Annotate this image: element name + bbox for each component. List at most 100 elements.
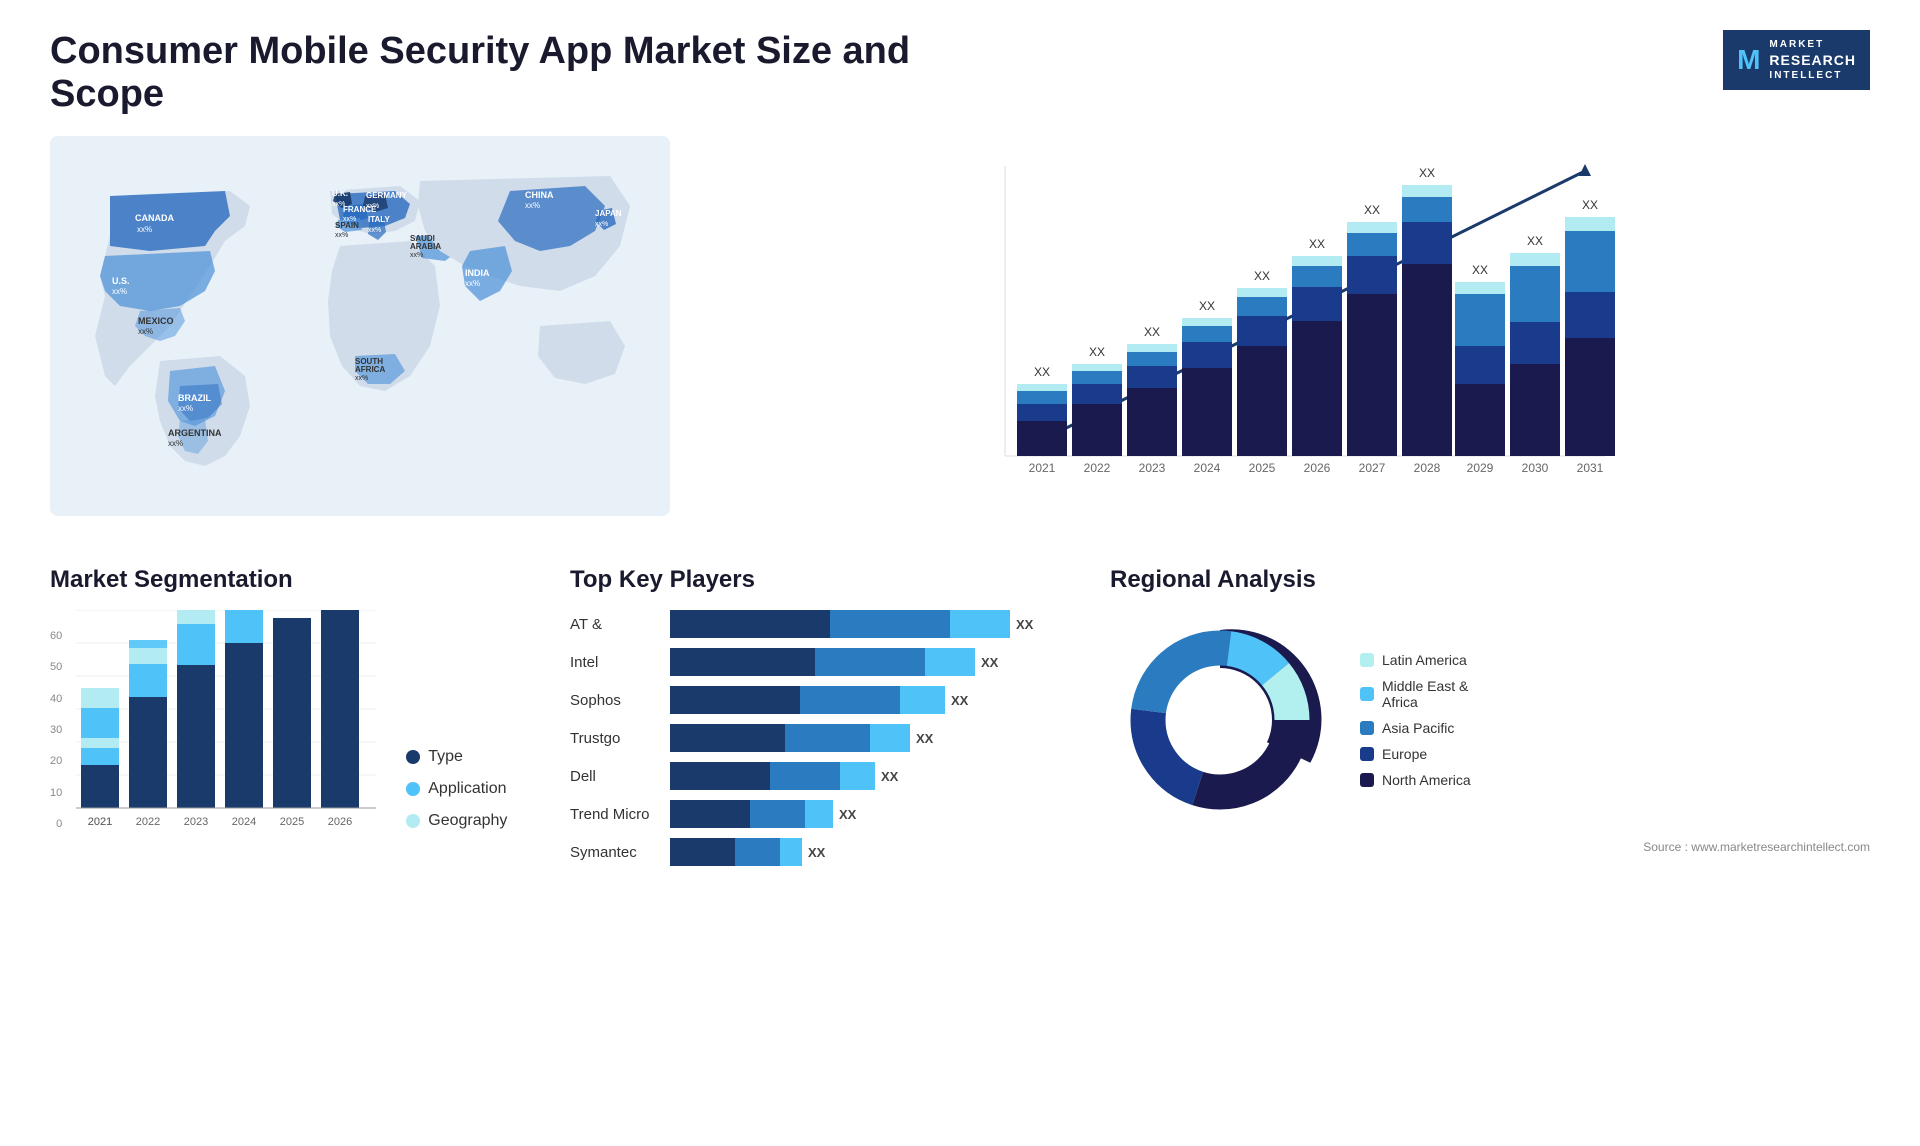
svg-text:xx%: xx% xyxy=(335,232,348,239)
svg-text:xx%: xx% xyxy=(137,225,152,234)
svg-text:2025: 2025 xyxy=(1249,461,1276,475)
svg-text:xx%: xx% xyxy=(525,201,540,210)
svg-text:2023: 2023 xyxy=(1139,461,1166,475)
svg-text:2021: 2021 xyxy=(1029,461,1056,475)
page-header: Consumer Mobile Security App Market Size… xyxy=(50,30,1870,116)
svg-text:2031: 2031 xyxy=(1577,461,1604,475)
player-row-symantec: Symantec XX xyxy=(570,838,1070,866)
svg-text:2028: 2028 xyxy=(1414,461,1441,475)
svg-text:ITALY: ITALY xyxy=(368,215,390,224)
legend-geography: Geography xyxy=(406,812,507,830)
player-xx-intel: XX xyxy=(981,655,998,670)
map-svg: CANADA xx% U.S. xx% MEXICO xx% BRAZIL xx… xyxy=(50,136,670,516)
svg-text:xx%: xx% xyxy=(368,227,381,234)
svg-text:xx%: xx% xyxy=(112,287,127,296)
svg-text:BRAZIL: BRAZIL xyxy=(178,393,211,403)
svg-text:2022: 2022 xyxy=(1084,461,1111,475)
svg-text:xx%: xx% xyxy=(138,327,153,336)
svg-text:2027: 2027 xyxy=(1359,461,1386,475)
legend-europe: Europe xyxy=(1360,746,1471,762)
svg-text:XX: XX xyxy=(1472,263,1488,277)
svg-text:XX: XX xyxy=(1582,198,1598,212)
svg-text:JAPAN: JAPAN xyxy=(595,209,622,218)
legend-dot-mea xyxy=(1360,687,1374,701)
svg-text:2024: 2024 xyxy=(232,816,256,828)
svg-text:INDIA: INDIA xyxy=(465,268,490,278)
legend-dot-type xyxy=(406,750,420,764)
legend-label-north-america: North America xyxy=(1382,772,1471,788)
legend-dot-europe xyxy=(1360,747,1374,761)
svg-text:2026: 2026 xyxy=(1304,461,1331,475)
legend-dot-geography xyxy=(406,814,420,828)
player-name-att: AT & xyxy=(570,616,660,633)
player-name-symantec: Symantec xyxy=(570,844,660,861)
player-name-intel: Intel xyxy=(570,654,660,671)
logo: M MARKET RESEARCH INTELLECT xyxy=(1723,30,1870,90)
svg-text:XX: XX xyxy=(1034,365,1050,379)
world-map: CANADA xx% U.S. xx% MEXICO xx% BRAZIL xx… xyxy=(50,136,670,516)
svg-text:2026: 2026 xyxy=(328,816,352,828)
svg-text:2025: 2025 xyxy=(280,816,304,828)
player-row-dell: Dell XX xyxy=(570,762,1070,790)
svg-text:U.K.: U.K. xyxy=(332,189,348,198)
regional-legend: Latin America Middle East &Africa Asia P… xyxy=(1360,652,1471,788)
regional-content: Latin America Middle East &Africa Asia P… xyxy=(1110,610,1870,830)
svg-text:XX: XX xyxy=(1089,345,1105,359)
svg-text:2023: 2023 xyxy=(184,816,208,828)
players-section: Top Key Players AT & XX Intel xyxy=(570,566,1070,866)
segmentation-chart-svg: 2021 xyxy=(76,610,376,850)
svg-text:XX: XX xyxy=(1254,269,1270,283)
svg-text:2024: 2024 xyxy=(1194,461,1221,475)
legend-north-america: North America xyxy=(1360,772,1471,788)
player-xx-dell: XX xyxy=(881,769,898,784)
svg-text:2030: 2030 xyxy=(1522,461,1549,475)
legend-asia-pacific: Asia Pacific xyxy=(1360,720,1471,736)
regional-section: Regional Analysis xyxy=(1110,566,1870,866)
players-title: Top Key Players xyxy=(570,566,1070,594)
svg-text:XX: XX xyxy=(1419,166,1435,180)
legend-label-type: Type xyxy=(428,748,463,766)
bar-chart-svg: XX 2021 XX 2022 XX 2023 xyxy=(730,146,1850,516)
player-row-trendmicro: Trend Micro XX xyxy=(570,800,1070,828)
player-name-trustgo: Trustgo xyxy=(570,730,660,747)
players-list: AT & XX Intel xyxy=(570,610,1070,866)
svg-text:XX: XX xyxy=(1309,237,1325,251)
bar-chart-container: XX 2021 XX 2022 XX 2023 xyxy=(730,146,1850,526)
donut-chart-svg xyxy=(1110,610,1330,830)
legend-latin-america: Latin America xyxy=(1360,652,1471,668)
svg-text:2029: 2029 xyxy=(1467,461,1494,475)
bar-chart-section: XX 2021 XX 2022 XX 2023 xyxy=(710,136,1870,536)
svg-text:AFRICA: AFRICA xyxy=(355,365,385,374)
svg-text:U.S.: U.S. xyxy=(112,276,130,286)
legend-type: Type xyxy=(406,748,507,766)
svg-text:XX: XX xyxy=(1144,325,1160,339)
map-section: CANADA xx% U.S. xx% MEXICO xx% BRAZIL xx… xyxy=(50,136,670,536)
main-grid: CANADA xx% U.S. xx% MEXICO xx% BRAZIL xx… xyxy=(50,136,1870,866)
legend-dot-asia-pacific xyxy=(1360,721,1374,735)
svg-text:CHINA: CHINA xyxy=(525,190,554,200)
svg-text:ARABIA: ARABIA xyxy=(410,242,441,251)
svg-text:XX: XX xyxy=(1527,234,1543,248)
svg-text:xx%: xx% xyxy=(366,203,379,210)
svg-text:xx%: xx% xyxy=(355,375,368,382)
svg-text:xx%: xx% xyxy=(168,439,183,448)
svg-text:MEXICO: MEXICO xyxy=(138,316,174,326)
legend-label-mea: Middle East &Africa xyxy=(1382,678,1468,710)
player-row-trustgo: Trustgo XX xyxy=(570,724,1070,752)
svg-text:GERMANY: GERMANY xyxy=(366,191,408,200)
logo-letter: M xyxy=(1737,39,1761,81)
player-row-att: AT & XX xyxy=(570,610,1070,638)
legend-dot-application xyxy=(406,782,420,796)
source-text: Source : www.marketresearchintellect.com xyxy=(1110,840,1870,854)
player-xx-symantec: XX xyxy=(808,845,825,860)
svg-text:xx%: xx% xyxy=(410,252,423,259)
segmentation-section: Market Segmentation 60 50 40 30 20 10 0 xyxy=(50,566,530,866)
svg-text:ARGENTINA: ARGENTINA xyxy=(168,428,222,438)
bottom-grid: Market Segmentation 60 50 40 30 20 10 0 xyxy=(50,566,1870,866)
legend-dot-north-america xyxy=(1360,773,1374,787)
player-name-trendmicro: Trend Micro xyxy=(570,806,660,823)
player-name-sophos: Sophos xyxy=(570,692,660,709)
page-title: Consumer Mobile Security App Market Size… xyxy=(50,30,950,116)
svg-text:SPAIN: SPAIN xyxy=(335,221,359,230)
legend-label-geography: Geography xyxy=(428,812,507,830)
